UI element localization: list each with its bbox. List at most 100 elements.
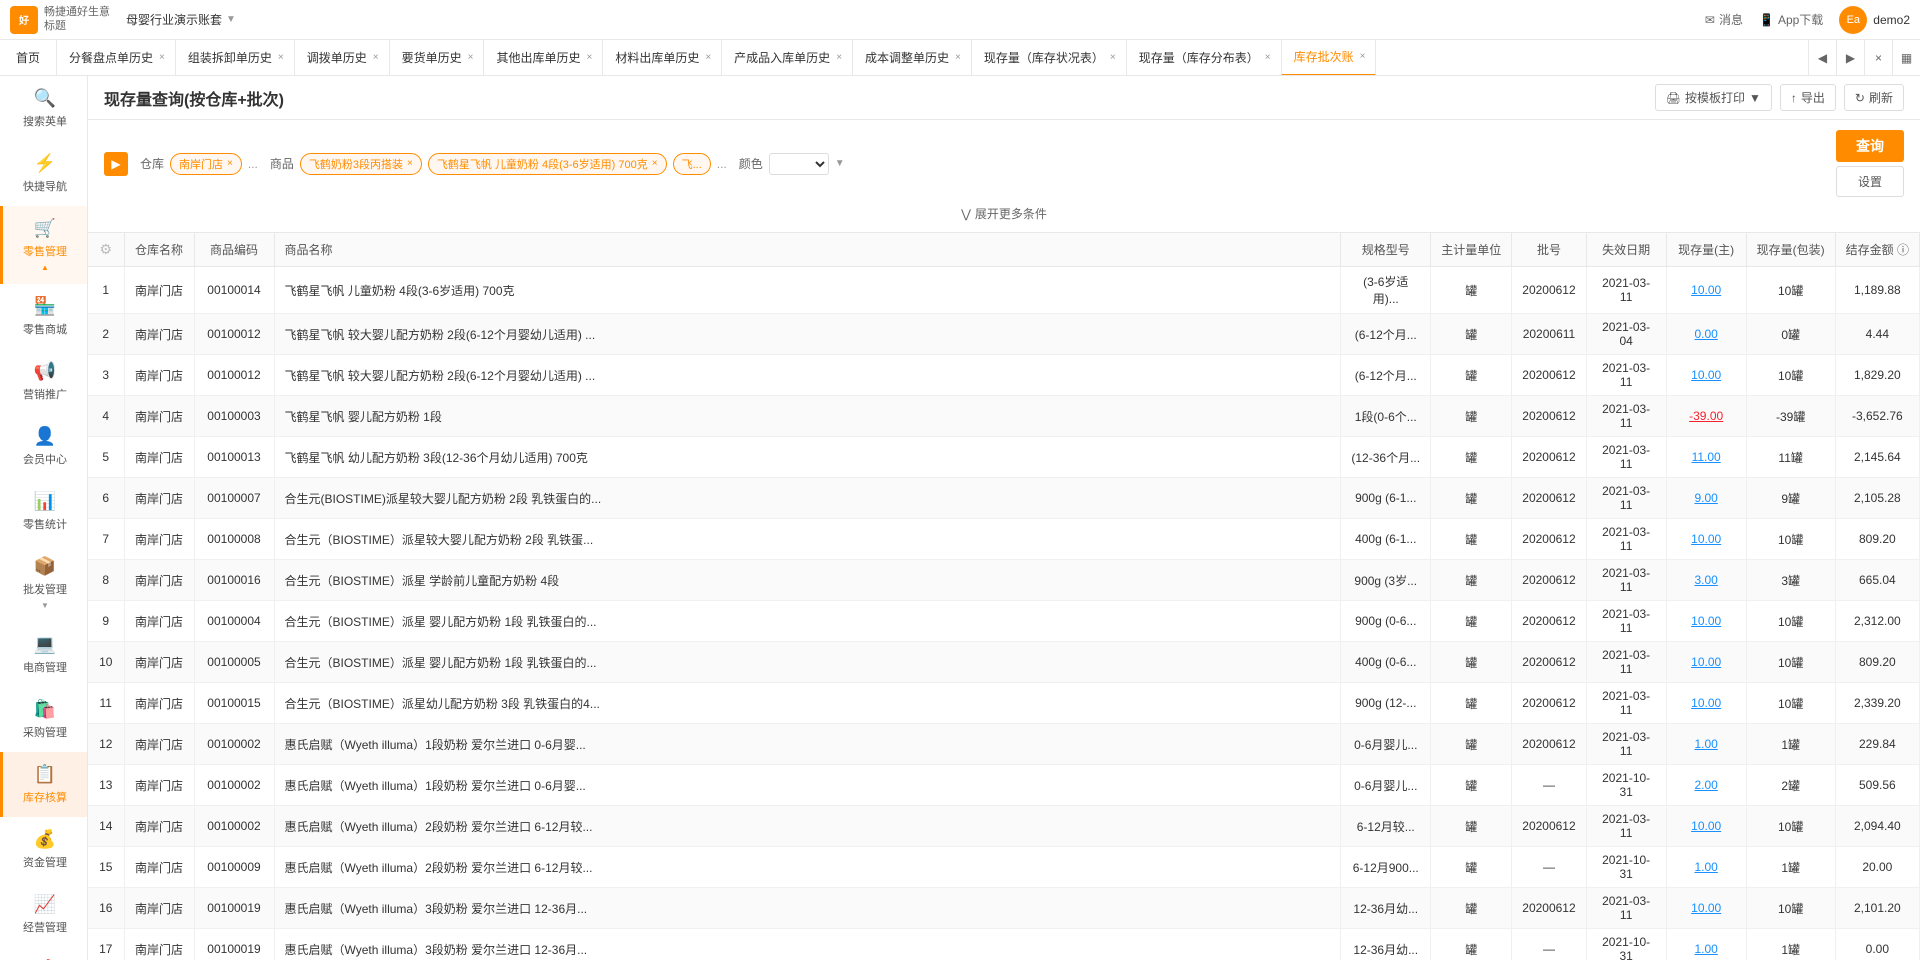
stock-main-link[interactable]: 1.00 xyxy=(1694,942,1717,956)
stock-main-link[interactable]: 10.00 xyxy=(1691,368,1721,382)
row-stock-main[interactable]: 10.00 xyxy=(1666,642,1746,683)
row-stock-main[interactable]: 1.00 xyxy=(1666,847,1746,888)
sidebar-item-basic[interactable]: 📌 基础信息 xyxy=(0,947,87,960)
row-stock-main[interactable]: 0.00 xyxy=(1666,314,1746,355)
tab-close-icon[interactable]: × xyxy=(1265,52,1271,63)
stock-main-link[interactable]: 3.00 xyxy=(1694,573,1717,587)
row-stock-main[interactable]: 1.00 xyxy=(1666,724,1746,765)
settings-button[interactable]: 设置 xyxy=(1836,166,1904,197)
tab-close-all-button[interactable]: × xyxy=(1864,40,1892,76)
row-name: 飞鹤星飞帆 较大婴儿配方奶粉 2段(6-12个月婴幼儿适用) ... xyxy=(274,314,1341,355)
tab-7[interactable]: 成本调整单历史 × xyxy=(853,40,972,76)
row-stock-main[interactable]: 10.00 xyxy=(1666,601,1746,642)
tab-3[interactable]: 要货单历史 × xyxy=(390,40,485,76)
tab-close-icon[interactable]: × xyxy=(373,52,379,63)
tab-5[interactable]: 材料出库单历史 × xyxy=(603,40,722,76)
row-stock-main[interactable]: 9.00 xyxy=(1666,478,1746,519)
refresh-button[interactable]: ↻ 刷新 xyxy=(1844,84,1904,111)
product-tag-more[interactable]: 飞... xyxy=(673,153,711,175)
tab-2[interactable]: 调拨单历史 × xyxy=(295,40,390,76)
tab-close-icon[interactable]: × xyxy=(586,52,592,63)
sidebar-item-quicknav[interactable]: ⚡ 快捷导航 xyxy=(0,141,87,206)
tab-home[interactable]: 首页 xyxy=(0,40,57,76)
sidebar-item-operation[interactable]: 📈 经营管理 xyxy=(0,882,87,947)
color-select[interactable] xyxy=(769,153,829,175)
export-button[interactable]: ↑ 导出 xyxy=(1780,84,1836,111)
product-filter-dots[interactable]: ... xyxy=(717,157,727,171)
filter-expand-button[interactable]: ▶ xyxy=(104,152,128,176)
row-stock-main[interactable]: 10.00 xyxy=(1666,355,1746,396)
row-stock-main[interactable]: 10.00 xyxy=(1666,267,1746,314)
row-stock-pack: 11罐 xyxy=(1746,437,1835,478)
tab-close-icon[interactable]: × xyxy=(705,52,711,63)
query-button[interactable]: 查询 xyxy=(1836,130,1904,162)
row-stock-main[interactable]: 2.00 xyxy=(1666,765,1746,806)
sidebar-item-inventory[interactable]: 📋 库存核算 xyxy=(0,752,87,817)
tab-8[interactable]: 现存量（库存状况表） × xyxy=(972,40,1127,76)
stock-main-link[interactable]: 10.00 xyxy=(1691,614,1721,628)
row-stock-main[interactable]: 11.00 xyxy=(1666,437,1746,478)
tab-9[interactable]: 现存量（库存分布表） × xyxy=(1127,40,1282,76)
tab-4[interactable]: 其他出库单历史 × xyxy=(484,40,603,76)
row-stock-main[interactable]: 1.00 xyxy=(1666,929,1746,960)
sidebar-item-purchase[interactable]: 🛍️ 采购管理 xyxy=(0,687,87,752)
tab-close-icon[interactable]: × xyxy=(159,52,165,63)
warehouse-tag-close[interactable]: × xyxy=(227,158,233,169)
row-name: 飞鹤星飞帆 儿童奶粉 4段(3-6岁适用) 700克 xyxy=(274,267,1341,314)
app-download-button[interactable]: 📱 App下载 xyxy=(1759,11,1823,28)
tab-1[interactable]: 组装拆卸单历史 × xyxy=(176,40,295,76)
sidebar-item-wholesale[interactable]: 📦 批发管理 ▼ xyxy=(0,544,87,622)
stock-main-link[interactable]: 1.00 xyxy=(1694,860,1717,874)
sidebar-item-search[interactable]: 🔍 搜索英单 xyxy=(0,76,87,141)
sidebar-item-ecommerce[interactable]: 💻 电商管理 xyxy=(0,622,87,687)
stock-main-link[interactable]: 10.00 xyxy=(1691,655,1721,669)
tab-10[interactable]: 库存批次账 × xyxy=(1282,40,1377,76)
sidebar-item-marketing[interactable]: 📢 营销推广 xyxy=(0,349,87,414)
tab-menu-button[interactable]: ▦ xyxy=(1892,40,1920,76)
tab-6[interactable]: 产成品入库单历史 × xyxy=(722,40,853,76)
filter-dots[interactable]: ... xyxy=(248,157,258,171)
product-tag-close[interactable]: × xyxy=(652,158,658,169)
row-stock-main[interactable]: -39.00 xyxy=(1666,396,1746,437)
warehouse-tag[interactable]: 南岸门店 × xyxy=(170,153,242,175)
user-area[interactable]: Ea demo2 xyxy=(1839,6,1910,34)
product-tag-2[interactable]: 飞鹤星飞帆 儿童奶粉 4段(3-6岁适用) 700克 × xyxy=(428,153,667,175)
tab-next-button[interactable]: ▶ xyxy=(1836,40,1864,76)
row-stock-main[interactable]: 10.00 xyxy=(1666,683,1746,724)
row-stock-main[interactable]: 10.00 xyxy=(1666,519,1746,560)
settings-icon[interactable]: ⚙ xyxy=(99,241,112,257)
sidebar-item-retail-shop[interactable]: 🏪 零售商城 xyxy=(0,284,87,349)
sidebar-item-finance[interactable]: 💰 资金管理 xyxy=(0,817,87,882)
product-tag-1[interactable]: 飞鹤奶粉3段丙搭装 × xyxy=(300,153,422,175)
tab-0[interactable]: 分餐盘点单历史 × xyxy=(57,40,176,76)
stock-main-link[interactable]: 10.00 xyxy=(1691,901,1721,915)
tab-close-icon[interactable]: × xyxy=(1360,51,1366,62)
row-stock-main[interactable]: 10.00 xyxy=(1666,806,1746,847)
product-tag-close[interactable]: × xyxy=(407,158,413,169)
message-button[interactable]: ✉ 消息 xyxy=(1705,11,1743,28)
sidebar-item-retail[interactable]: 🛒 零售管理 ▲ xyxy=(0,206,87,284)
stock-main-link[interactable]: 2.00 xyxy=(1694,778,1717,792)
template-print-button[interactable]: 🖨 按模板打印 ▼ xyxy=(1655,84,1772,111)
stock-main-link[interactable]: 10.00 xyxy=(1691,819,1721,833)
tab-prev-button[interactable]: ◀ xyxy=(1808,40,1836,76)
sidebar-item-member[interactable]: 👤 会员中心 xyxy=(0,414,87,479)
tab-close-icon[interactable]: × xyxy=(1110,52,1116,63)
stock-main-link[interactable]: 9.00 xyxy=(1694,491,1717,505)
tab-close-icon[interactable]: × xyxy=(836,52,842,63)
stock-main-link[interactable]: 10.00 xyxy=(1691,696,1721,710)
stock-main-link[interactable]: 0.00 xyxy=(1694,327,1717,341)
sidebar-item-retail-stats[interactable]: 📊 零售统计 xyxy=(0,479,87,544)
stock-main-link[interactable]: 1.00 xyxy=(1694,737,1717,751)
tab-close-icon[interactable]: × xyxy=(955,52,961,63)
tab-close-icon[interactable]: × xyxy=(278,52,284,63)
stock-main-link[interactable]: 10.00 xyxy=(1691,532,1721,546)
stock-main-link[interactable]: -39.00 xyxy=(1689,409,1723,423)
account-selector[interactable]: 母婴行业演示账套 ▼ xyxy=(126,11,1689,28)
expand-more-row[interactable]: ⋁ 展开更多条件 xyxy=(104,205,1904,222)
stock-main-link[interactable]: 11.00 xyxy=(1692,450,1721,464)
row-stock-main[interactable]: 3.00 xyxy=(1666,560,1746,601)
tab-close-icon[interactable]: × xyxy=(468,52,474,63)
stock-main-link[interactable]: 10.00 xyxy=(1691,283,1721,297)
row-stock-main[interactable]: 10.00 xyxy=(1666,888,1746,929)
